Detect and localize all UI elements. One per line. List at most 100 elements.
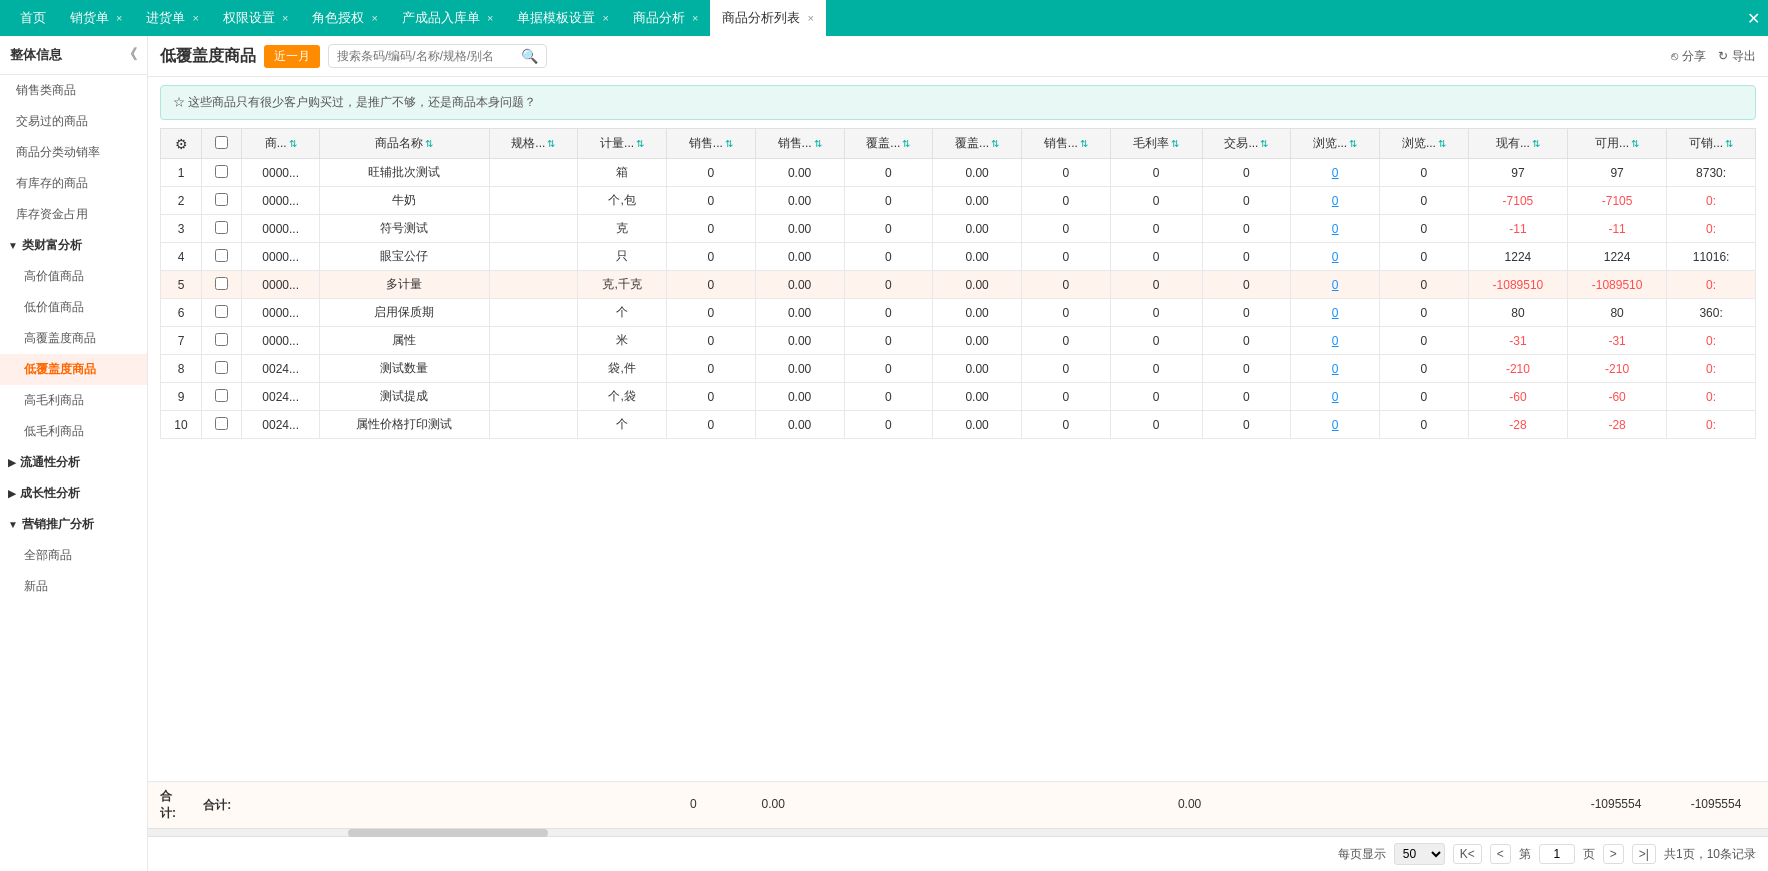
nav-tab-close-analysis-list[interactable]: ×: [804, 12, 813, 24]
export-button[interactable]: ↻ 导出: [1718, 48, 1756, 65]
nav-tab-close-analysis[interactable]: ×: [689, 12, 698, 24]
sidebar-group-flow-analysis[interactable]: ▶流通性分析: [0, 447, 147, 478]
sidebar-item-sales-rate[interactable]: 商品分类动销率: [0, 137, 147, 168]
row-select-checkbox[interactable]: [215, 165, 228, 178]
sidebar-item-traded-products[interactable]: 交易过的商品: [0, 106, 147, 137]
row-sales-amount: 0.00: [755, 243, 844, 271]
col-header-sales_return[interactable]: 销售...⇅: [1022, 129, 1111, 159]
row-select-checkbox[interactable]: [215, 249, 228, 262]
sidebar-item-new-products[interactable]: 新品: [0, 571, 147, 602]
nav-tab-close-templates[interactable]: ×: [599, 12, 608, 24]
sidebar-item-sales-products[interactable]: 销售类商品: [0, 75, 147, 106]
nav-tab-close-products[interactable]: ×: [484, 12, 493, 24]
search-icon[interactable]: 🔍: [521, 48, 538, 64]
row-select-checkbox[interactable]: [215, 389, 228, 402]
row-spec: [489, 383, 578, 411]
col-header-coverage1[interactable]: 覆盖...⇅: [844, 129, 933, 159]
sidebar-item-all-products[interactable]: 全部商品: [0, 540, 147, 571]
col-header-gross_margin[interactable]: 毛利率⇅: [1110, 129, 1202, 159]
nav-tab-analysis-list[interactable]: 商品分析列表 ×: [710, 0, 825, 36]
nav-tab-close-permissions[interactable]: ×: [279, 12, 288, 24]
browse-link[interactable]: 0: [1332, 222, 1339, 236]
col-header-transaction[interactable]: 交易...⇅: [1202, 129, 1291, 159]
sidebar-collapse-button[interactable]: 《: [123, 46, 137, 64]
browse-link[interactable]: 0: [1332, 334, 1339, 348]
browse-link[interactable]: 0: [1332, 306, 1339, 320]
page-number-input[interactable]: [1539, 844, 1575, 864]
last-page-button[interactable]: >|: [1632, 844, 1656, 864]
per-page-label: 每页显示: [1338, 846, 1386, 863]
row-select-checkbox[interactable]: [215, 417, 228, 430]
row-checkbox: [202, 271, 242, 299]
sidebar-item-capital-occupancy[interactable]: 库存资金占用: [0, 199, 147, 230]
period-button[interactable]: 近一月: [264, 45, 320, 68]
row-select-checkbox[interactable]: [215, 277, 228, 290]
sidebar-group-marketing-analysis[interactable]: ▼营销推广分析: [0, 509, 147, 540]
nav-tab-products[interactable]: 产成品入库单 ×: [390, 0, 505, 36]
row-select-checkbox[interactable]: [215, 361, 228, 374]
row-code: 0000...: [242, 215, 319, 243]
col-header-browse2[interactable]: 浏览...⇅: [1380, 129, 1469, 159]
total-bar: 合计: 合计: 0 0.00 0.00 -1095554 -1095554: [148, 781, 1768, 828]
settings-icon[interactable]: ⚙: [175, 136, 188, 152]
row-name: 属性价格打印测试: [319, 411, 489, 439]
sidebar-item-low-coverage[interactable]: 低覆盖度商品: [0, 354, 147, 385]
sidebar-group-category-analysis[interactable]: ▼类财富分析: [0, 230, 147, 261]
row-coverage2: 0.00: [933, 159, 1022, 187]
nav-tab-home[interactable]: 首页: [8, 0, 58, 36]
table-container[interactable]: ⚙商...⇅商品名称⇅规格...⇅计量...⇅销售...⇅销售...⇅覆盖...…: [148, 128, 1768, 781]
nav-tab-sales[interactable]: 销货单 ×: [58, 0, 134, 36]
col-header-name[interactable]: 商品名称⇅: [319, 129, 489, 159]
row-select-checkbox[interactable]: [215, 333, 228, 346]
nav-tab-purchase[interactable]: 进货单 ×: [134, 0, 210, 36]
scrollbar-thumb[interactable]: [348, 829, 548, 837]
browse-link[interactable]: 0: [1332, 418, 1339, 432]
row-checkbox: [202, 327, 242, 355]
row-sales-count: 0: [667, 187, 756, 215]
per-page-select[interactable]: 2050100200: [1394, 843, 1445, 865]
search-input[interactable]: [337, 49, 517, 63]
share-button[interactable]: ⎋ 分享: [1671, 48, 1706, 65]
browse-link[interactable]: 0: [1332, 390, 1339, 404]
col-header-spec[interactable]: 规格...⇅: [489, 129, 578, 159]
col-header-sales_amount[interactable]: 销售...⇅: [755, 129, 844, 159]
nav-tab-close-sales[interactable]: ×: [113, 12, 122, 24]
col-header-sellable[interactable]: 可销...⇅: [1667, 129, 1756, 159]
sidebar-item-inventory-occupancy[interactable]: 有库存的商品: [0, 168, 147, 199]
row-select-checkbox[interactable]: [215, 193, 228, 206]
sidebar-item-high-coverage[interactable]: 高覆盖度商品: [0, 323, 147, 354]
browse-link[interactable]: 0: [1332, 166, 1339, 180]
select-all-checkbox[interactable]: [215, 136, 228, 149]
nav-tab-analysis[interactable]: 商品分析 ×: [621, 0, 710, 36]
sidebar-group-growth-analysis[interactable]: ▶成长性分析: [0, 478, 147, 509]
sidebar-item-low-profit[interactable]: 低毛利商品: [0, 416, 147, 447]
col-header-code[interactable]: 商...⇅: [242, 129, 319, 159]
col-header-coverage2[interactable]: 覆盖...⇅: [933, 129, 1022, 159]
prev-page-button[interactable]: <: [1490, 844, 1511, 864]
col-header-browse1[interactable]: 浏览...⇅: [1291, 129, 1380, 159]
close-all-tabs-button[interactable]: ✕: [1747, 9, 1760, 28]
col-header-available[interactable]: 可用...⇅: [1568, 129, 1667, 159]
sidebar-item-high-value[interactable]: 高价值商品: [0, 261, 147, 292]
col-header-sales_count[interactable]: 销售...⇅: [667, 129, 756, 159]
browse-link[interactable]: 0: [1332, 250, 1339, 264]
col-header-unit[interactable]: 计量...⇅: [578, 129, 667, 159]
sidebar-item-high-profit[interactable]: 高毛利商品: [0, 385, 147, 416]
row-gross-margin: 0: [1110, 215, 1202, 243]
nav-tab-close-roles[interactable]: ×: [368, 12, 377, 24]
nav-tab-templates[interactable]: 单据模板设置 ×: [505, 0, 620, 36]
row-coverage1: 0: [844, 243, 933, 271]
sidebar-item-low-value[interactable]: 低价值商品: [0, 292, 147, 323]
browse-link[interactable]: 0: [1332, 278, 1339, 292]
browse-link[interactable]: 0: [1332, 362, 1339, 376]
next-page-button[interactable]: >: [1603, 844, 1624, 864]
nav-tab-close-purchase[interactable]: ×: [189, 12, 198, 24]
horizontal-scrollbar[interactable]: [148, 828, 1768, 836]
nav-tab-roles[interactable]: 角色授权 ×: [300, 0, 389, 36]
row-select-checkbox[interactable]: [215, 221, 228, 234]
nav-tab-permissions[interactable]: 权限设置 ×: [211, 0, 300, 36]
first-page-button[interactable]: K<: [1453, 844, 1482, 864]
col-header-current_stock[interactable]: 现有...⇅: [1468, 129, 1567, 159]
browse-link[interactable]: 0: [1332, 194, 1339, 208]
row-select-checkbox[interactable]: [215, 305, 228, 318]
